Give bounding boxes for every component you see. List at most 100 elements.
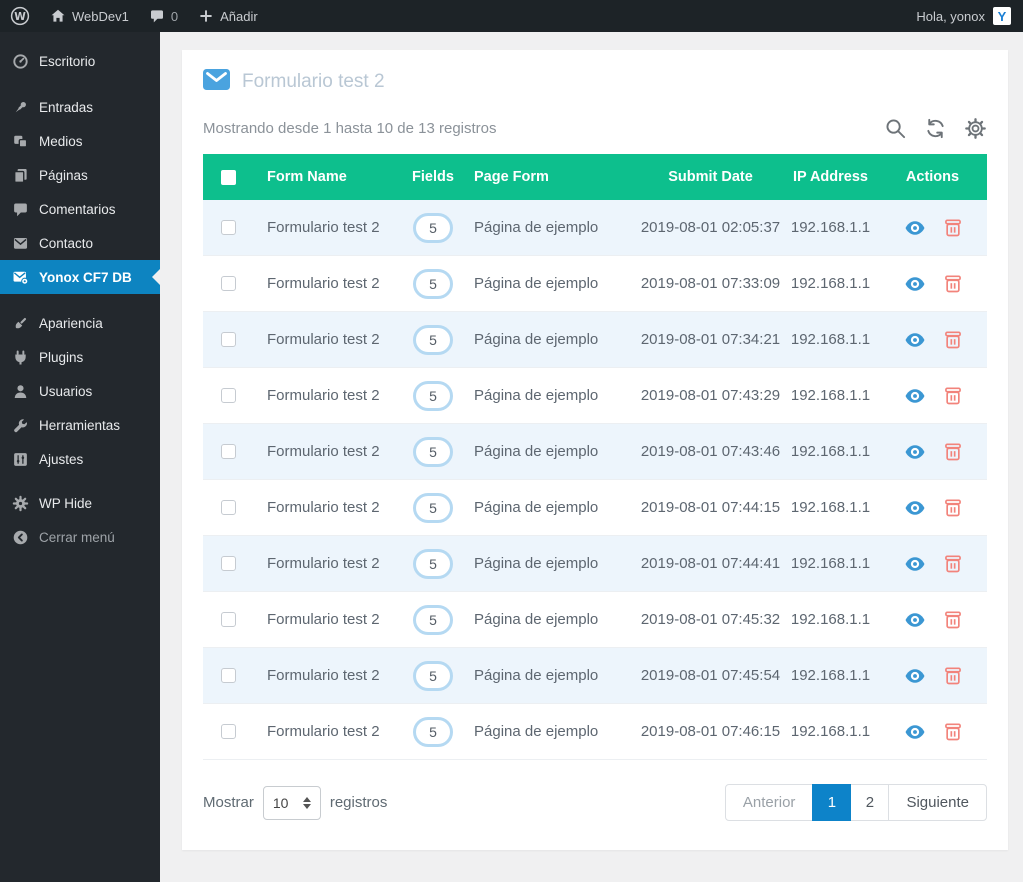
view-entry-eye-icon[interactable] bbox=[903, 609, 927, 631]
view-entry-eye-icon[interactable] bbox=[903, 665, 927, 687]
plus-icon bbox=[198, 8, 214, 24]
sidebar-item-wp-hide[interactable]: WP Hide bbox=[0, 486, 160, 520]
cell-page-form: Página de ejemplo bbox=[474, 387, 599, 404]
view-entry-eye-icon[interactable] bbox=[903, 721, 927, 743]
plugin-card: Formulario test 2 Mostrando desde 1 hast… bbox=[182, 50, 1008, 850]
sidebar-item-contacto[interactable]: Contacto bbox=[0, 226, 160, 260]
fields-count-badge: 5 bbox=[413, 492, 453, 523]
page-1-button[interactable]: 1 bbox=[812, 784, 852, 821]
sidebar-item-entradas[interactable]: Entradas bbox=[0, 90, 160, 124]
cell-submit-date: 2019-08-01 07:43:29 bbox=[640, 387, 781, 404]
new-content-menu[interactable]: Añadir bbox=[188, 0, 268, 32]
row-checkbox[interactable] bbox=[220, 612, 236, 627]
sidebar-item-herramientas[interactable]: Herramientas bbox=[0, 408, 160, 442]
row-checkbox[interactable] bbox=[220, 444, 236, 459]
search-icon[interactable] bbox=[884, 117, 907, 140]
row-checkbox[interactable] bbox=[220, 276, 236, 291]
new-content-label: Añadir bbox=[220, 8, 258, 24]
cell-page-form: Página de ejemplo bbox=[474, 611, 599, 628]
select-all-checkbox[interactable] bbox=[220, 169, 236, 185]
sidebar-item-label: Cerrar menú bbox=[39, 529, 115, 545]
view-entry-eye-icon[interactable] bbox=[903, 441, 927, 463]
row-checkbox[interactable] bbox=[220, 220, 236, 235]
wordpress-logo-menu[interactable]: W bbox=[0, 0, 40, 32]
page-size-select[interactable]: 10 bbox=[262, 785, 321, 820]
table-row: Formulario test 2 5 Página de ejemplo 20… bbox=[203, 536, 987, 592]
view-entry-eye-icon[interactable] bbox=[903, 497, 927, 519]
user-icon bbox=[10, 381, 30, 401]
header-actions: Actions bbox=[905, 169, 960, 185]
table-row: Formulario test 2 5 Página de ejemplo 20… bbox=[203, 704, 987, 760]
sidebar-item-apariencia[interactable]: Apariencia bbox=[0, 306, 160, 340]
site-link[interactable]: WebDev1 bbox=[40, 0, 139, 32]
header-fields: Fields bbox=[412, 169, 454, 185]
table-row: Formulario test 2 5 Página de ejemplo 20… bbox=[203, 200, 987, 256]
cell-form-name: Formulario test 2 bbox=[267, 387, 380, 404]
sidebar-item-usuarios[interactable]: Usuarios bbox=[0, 374, 160, 408]
delete-entry-trash-icon[interactable] bbox=[943, 609, 963, 631]
view-entry-eye-icon[interactable] bbox=[903, 329, 927, 351]
delete-entry-trash-icon[interactable] bbox=[943, 217, 963, 239]
fields-count-badge: 5 bbox=[413, 604, 453, 635]
row-checkbox[interactable] bbox=[220, 388, 236, 403]
table-row: Formulario test 2 5 Página de ejemplo 20… bbox=[203, 592, 987, 648]
delete-entry-trash-icon[interactable] bbox=[943, 385, 963, 407]
cell-page-form: Página de ejemplo bbox=[474, 499, 599, 516]
cell-submit-date: 2019-08-01 07:45:32 bbox=[640, 611, 781, 628]
page-2-button[interactable]: 2 bbox=[850, 784, 890, 821]
delete-entry-trash-icon[interactable] bbox=[943, 665, 963, 687]
sidebar-item-ajustes[interactable]: Ajustes bbox=[0, 442, 160, 476]
user-avatar[interactable]: Y bbox=[993, 7, 1011, 25]
delete-entry-trash-icon[interactable] bbox=[943, 721, 963, 743]
admin-sidebar: Escritorio Entradas Medios Páginas Comen… bbox=[0, 32, 160, 882]
submissions-table: Form Name Fields Page Form Submit Date I… bbox=[203, 154, 987, 760]
sidebar-item-plugins[interactable]: Plugins bbox=[0, 340, 160, 374]
sidebar-item-label: Escritorio bbox=[39, 53, 96, 69]
show-label: Mostrar bbox=[203, 794, 254, 811]
collapse-menu-icon bbox=[10, 527, 30, 547]
view-entry-eye-icon[interactable] bbox=[903, 217, 927, 239]
view-entry-eye-icon[interactable] bbox=[903, 273, 927, 295]
sidebar-item-label: Herramientas bbox=[39, 417, 121, 433]
delete-entry-trash-icon[interactable] bbox=[943, 329, 963, 351]
comments-bubble[interactable]: 0 bbox=[139, 0, 188, 32]
delete-entry-trash-icon[interactable] bbox=[943, 273, 963, 295]
delete-entry-trash-icon[interactable] bbox=[943, 497, 963, 519]
cell-page-form: Página de ejemplo bbox=[474, 331, 599, 348]
next-page-button[interactable]: Siguiente bbox=[888, 784, 987, 821]
row-checkbox[interactable] bbox=[220, 500, 236, 515]
row-checkbox[interactable] bbox=[220, 332, 236, 347]
site-name: WebDev1 bbox=[72, 8, 129, 24]
sidebar-item-yonox-cf7-db[interactable]: Yonox CF7 DB bbox=[0, 260, 160, 294]
row-checkbox[interactable] bbox=[220, 556, 236, 571]
cell-form-name: Formulario test 2 bbox=[267, 443, 380, 460]
sidebar-item-collapse-menu[interactable]: Cerrar menú bbox=[0, 520, 160, 554]
sidebar-item-medios[interactable]: Medios bbox=[0, 124, 160, 158]
settings-gear-icon[interactable] bbox=[964, 117, 987, 140]
sidebar-item-label: Usuarios bbox=[39, 383, 93, 399]
table-body: Formulario test 2 5 Página de ejemplo 20… bbox=[203, 200, 987, 760]
delete-entry-trash-icon[interactable] bbox=[943, 553, 963, 575]
cell-page-form: Página de ejemplo bbox=[474, 555, 599, 572]
wordpress-logo-icon: W bbox=[10, 6, 30, 26]
previous-page-button[interactable]: Anterior bbox=[724, 784, 814, 821]
view-entry-eye-icon[interactable] bbox=[903, 385, 927, 407]
cell-submit-date: 2019-08-01 07:44:41 bbox=[640, 555, 781, 572]
delete-entry-trash-icon[interactable] bbox=[943, 441, 963, 463]
cell-submit-date: 2019-08-01 07:46:15 bbox=[640, 723, 781, 740]
sidebar-item-paginas[interactable]: Páginas bbox=[0, 158, 160, 192]
row-checkbox[interactable] bbox=[220, 668, 236, 683]
cell-ip-address: 192.168.1.1 bbox=[790, 331, 871, 348]
envelope-icon bbox=[10, 233, 30, 253]
refresh-icon[interactable] bbox=[924, 117, 947, 140]
sidebar-item-label: Yonox CF7 DB bbox=[39, 269, 132, 285]
user-greeting[interactable]: Hola, yonox bbox=[916, 9, 985, 24]
cell-form-name: Formulario test 2 bbox=[267, 331, 380, 348]
sidebar-item-escritorio[interactable]: Escritorio bbox=[0, 44, 160, 78]
view-entry-eye-icon[interactable] bbox=[903, 553, 927, 575]
cell-form-name: Formulario test 2 bbox=[267, 275, 380, 292]
cell-form-name: Formulario test 2 bbox=[267, 667, 380, 684]
row-checkbox[interactable] bbox=[220, 724, 236, 739]
sidebar-item-label: Páginas bbox=[39, 167, 88, 183]
sidebar-item-comentarios[interactable]: Comentarios bbox=[0, 192, 160, 226]
